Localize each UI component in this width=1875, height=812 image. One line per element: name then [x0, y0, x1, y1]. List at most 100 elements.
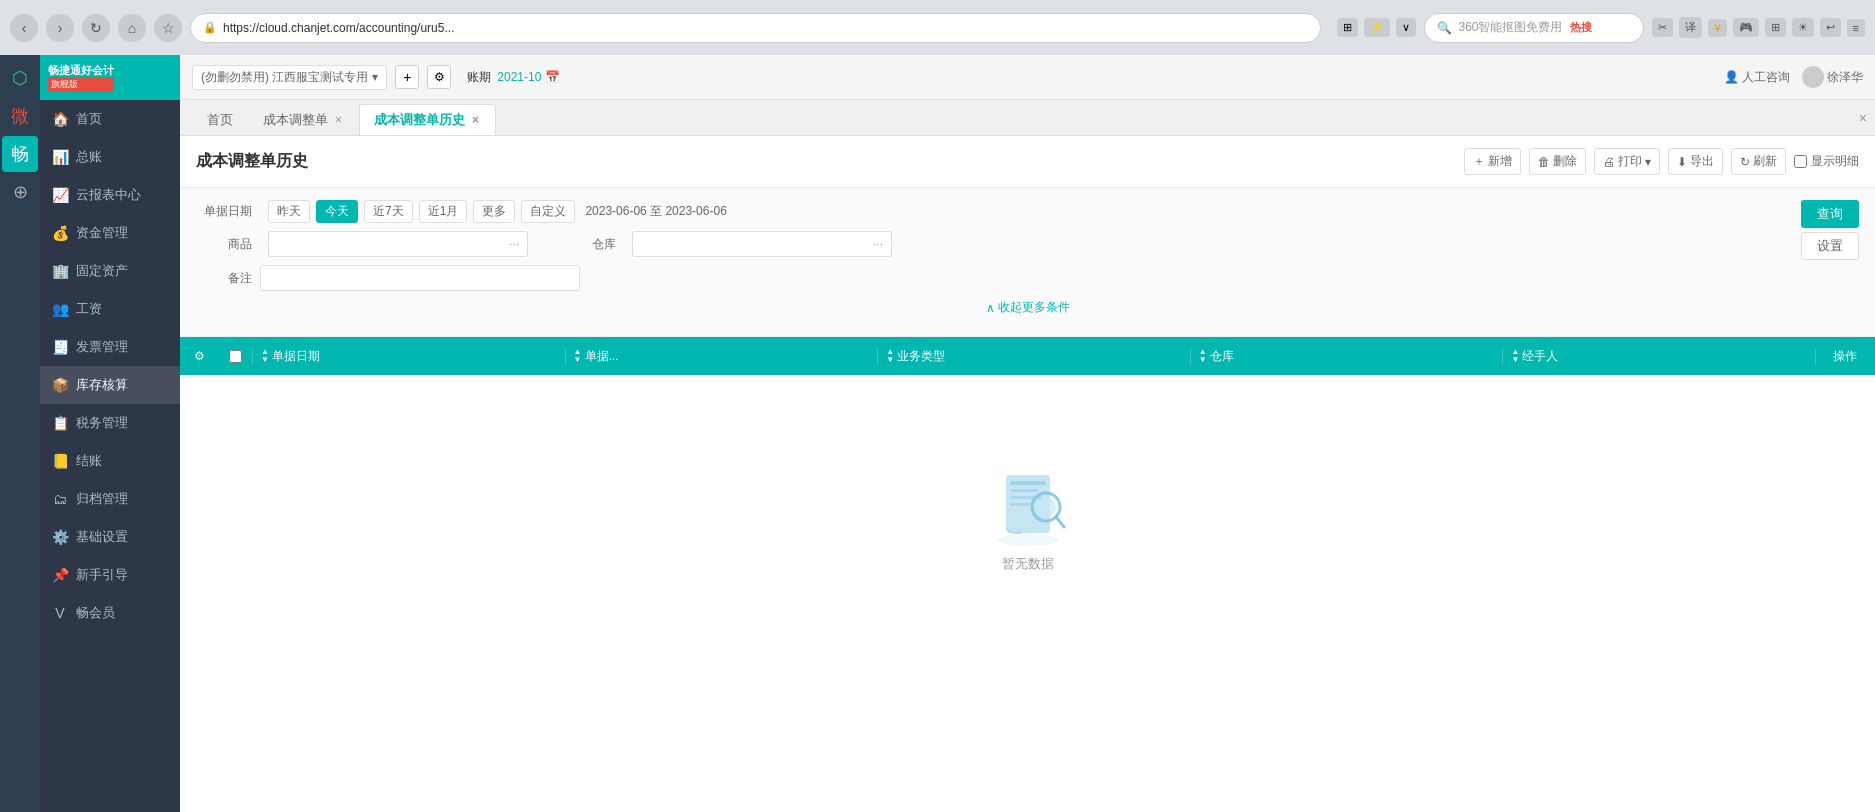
export-button[interactable]: ⬇ 导出: [1668, 148, 1723, 175]
th-number[interactable]: ▲▼ 单据...: [565, 348, 878, 365]
grid-btn[interactable]: ⊞: [1337, 18, 1358, 37]
sidebar-item-payroll[interactable]: 👥 工资: [40, 290, 180, 328]
calendar-icon[interactable]: 📅: [545, 70, 560, 84]
sidebar-item-member[interactable]: V 畅会员: [40, 594, 180, 632]
query-button[interactable]: 查询: [1801, 200, 1859, 228]
warehouse-more-icon: ···: [873, 237, 883, 251]
tab-cost-adjust-history[interactable]: 成本调整单历史 ×: [359, 104, 496, 135]
user-profile[interactable]: 徐泽华: [1802, 66, 1863, 88]
scissors-btn[interactable]: ✂: [1652, 18, 1673, 37]
refresh-button[interactable]: ↻ 刷新: [1731, 148, 1786, 175]
table-header: ⚙ ▲▼ 单据日期 ▲▼ 单据... ▲▼ 业务类型: [180, 337, 1875, 375]
forward-button[interactable]: ›: [46, 14, 74, 42]
search-bar[interactable]: 🔍 360智能抠图免费用 热搜: [1424, 13, 1644, 43]
reload-button[interactable]: ↻: [82, 14, 110, 42]
th-check[interactable]: [218, 350, 252, 363]
sidebar-item-reports[interactable]: 📈 云报表中心: [40, 176, 180, 214]
select-all-checkbox[interactable]: [229, 350, 242, 363]
tab-cost-adjust-history-close[interactable]: ×: [470, 113, 481, 127]
note-input[interactable]: [260, 265, 580, 291]
undo-btn[interactable]: ↩: [1820, 18, 1841, 37]
date-btn-group: 昨天 今天 近7天 近1月 更多 自定义 2023-06-06 至 2023-0…: [268, 200, 727, 223]
service-btn[interactable]: 👤 人工咨询: [1724, 69, 1790, 86]
sidebar-item-inventory[interactable]: 📦 库存核算: [40, 366, 180, 404]
translate-btn[interactable]: 译: [1679, 17, 1702, 38]
sidebar-item-funds[interactable]: 💰 资金管理: [40, 214, 180, 252]
lock-icon: 🔒: [203, 21, 217, 34]
plus-icon: ＋: [1473, 153, 1485, 170]
tab-cost-adjust[interactable]: 成本调整单 ×: [248, 104, 359, 135]
main-content: (勿删勿禁用) 江西服宝测试专用 ▾ + ⚙ 账期 2021-10 📅 👤 人工…: [180, 55, 1875, 812]
th-business-type[interactable]: ▲▼ 业务类型: [877, 348, 1190, 365]
sidebar-item-ledger[interactable]: 📊 总账: [40, 138, 180, 176]
coin-btn[interactable]: ¥: [1708, 19, 1726, 37]
date-btn-1month[interactable]: 近1月: [419, 200, 468, 223]
display-label: 显示明细: [1811, 153, 1859, 170]
th-actions-label: 操作: [1833, 348, 1857, 365]
date-btn-yesterday[interactable]: 昨天: [268, 200, 310, 223]
icon-bar-item4[interactable]: ⊕: [2, 174, 38, 210]
tab-cost-adjust-close[interactable]: ×: [333, 113, 344, 127]
export-icon: ⬇: [1677, 155, 1687, 169]
print-button[interactable]: 🖨 打印 ▾: [1594, 148, 1660, 175]
company-selector[interactable]: (勿删勿禁用) 江西服宝测试专用 ▾: [192, 65, 387, 90]
apps-btn[interactable]: ⊞: [1765, 18, 1786, 37]
new-button[interactable]: ＋ 新增: [1464, 148, 1521, 175]
th-settings[interactable]: ⚙: [180, 349, 218, 363]
filter-settings-button[interactable]: 设置: [1801, 232, 1859, 260]
note-filter-label: 备注: [196, 270, 252, 287]
lightning-btn[interactable]: ⚡: [1364, 18, 1390, 37]
user-name: 徐泽华: [1827, 69, 1863, 86]
new-label: 新增: [1488, 153, 1512, 170]
search-icon: 🔍: [1437, 21, 1452, 35]
collapse-button[interactable]: ∧ 收起更多条件: [986, 299, 1070, 316]
icon-bar-weibo[interactable]: 微: [2, 98, 38, 134]
address-bar[interactable]: 🔒 https://cloud.chanjet.com/accounting/u…: [190, 13, 1321, 43]
th-warehouse[interactable]: ▲▼ 仓库: [1190, 348, 1503, 365]
filter-right-buttons: 查询 设置: [1801, 200, 1859, 260]
warehouse-filter-label: 仓库: [560, 236, 616, 253]
reports-icon: 📈: [52, 187, 68, 203]
settings-icon: ⚙️: [52, 529, 68, 545]
sidebar-logo[interactable]: 畅捷通好会计 旗舰版: [40, 55, 180, 100]
brightness-btn[interactable]: ☀: [1792, 18, 1814, 37]
date-btn-custom[interactable]: 自定义: [521, 200, 575, 223]
svg-rect-3: [1010, 489, 1038, 492]
menu-btn[interactable]: ≡: [1847, 19, 1865, 37]
game-btn[interactable]: 🎮: [1733, 18, 1759, 37]
date-btn-more[interactable]: 更多: [473, 200, 515, 223]
settings-gear-icon: ⚙: [194, 349, 205, 363]
refresh-label: 刷新: [1753, 153, 1777, 170]
icon-bar-chanjet[interactable]: 畅: [2, 136, 38, 172]
sidebar-item-settings[interactable]: ⚙️ 基础设置: [40, 518, 180, 556]
th-date[interactable]: ▲▼ 单据日期: [252, 348, 565, 365]
sidebar-item-archive[interactable]: 🗂 归档管理: [40, 480, 180, 518]
add-tab-button[interactable]: +: [395, 65, 419, 89]
sidebar-item-invoice[interactable]: 🧾 发票管理: [40, 328, 180, 366]
settings-cog-button[interactable]: ⚙: [427, 65, 451, 89]
date-btn-today[interactable]: 今天: [316, 200, 358, 223]
home-button[interactable]: ⌂: [118, 14, 146, 42]
tab-bar-close-icon[interactable]: ×: [1859, 110, 1867, 126]
sidebar-logo-text: 畅捷通好会计: [48, 63, 114, 77]
th-handler[interactable]: ▲▼ 经手人: [1502, 348, 1815, 365]
icon-bar-app[interactable]: ⬡: [2, 60, 38, 96]
sidebar-item-guide[interactable]: 📌 新手引导: [40, 556, 180, 594]
sidebar-item-home[interactable]: 🏠 首页: [40, 100, 180, 138]
svg-point-7: [1036, 497, 1056, 517]
warehouse-select[interactable]: ···: [632, 231, 892, 257]
tab-home[interactable]: 首页: [192, 104, 248, 135]
back-button[interactable]: ‹: [10, 14, 38, 42]
product-select[interactable]: ···: [268, 231, 528, 257]
print-label: 打印: [1618, 153, 1642, 170]
date-range-display: 2023-06-06 至 2023-06-06: [585, 203, 726, 220]
sidebar-item-closing[interactable]: 📒 结账: [40, 442, 180, 480]
delete-button[interactable]: 🗑 删除: [1529, 148, 1586, 175]
bookmark-button[interactable]: ☆: [154, 14, 182, 42]
chevron-down-btn[interactable]: ∨: [1396, 18, 1416, 37]
display-checkbox[interactable]: [1794, 155, 1807, 168]
sidebar-item-assets[interactable]: 🏢 固定资产: [40, 252, 180, 290]
sidebar-item-tax[interactable]: 📋 税务管理: [40, 404, 180, 442]
date-btn-7days[interactable]: 近7天: [364, 200, 413, 223]
sidebar-label-closing: 结账: [76, 452, 102, 470]
